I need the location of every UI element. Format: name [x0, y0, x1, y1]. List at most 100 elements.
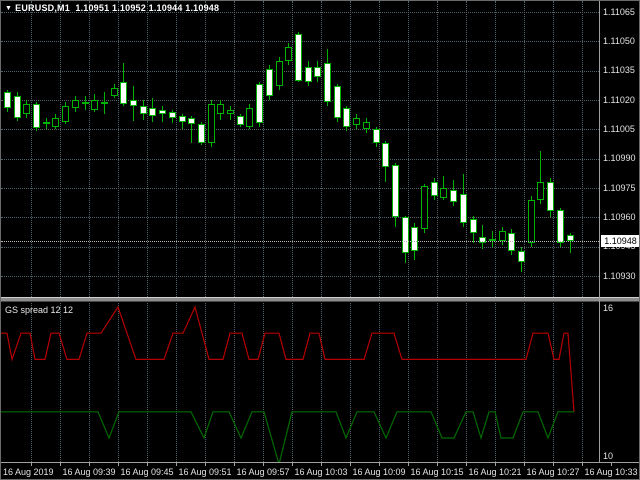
time-axis-tick — [118, 463, 119, 466]
main-chart-pane[interactable] — [1, 1, 599, 297]
time-axis-tick — [321, 463, 322, 466]
grid-line-vertical — [437, 1, 438, 297]
candle — [246, 107, 254, 128]
price-axis-label: 1.11035 — [603, 65, 635, 76]
candle — [265, 68, 273, 97]
bid-price-line — [1, 240, 599, 242]
candle — [294, 33, 302, 81]
candle — [498, 231, 506, 241]
symbol-dropdown-icon[interactable]: ▼ — [5, 5, 12, 12]
candle — [527, 199, 535, 243]
grid-line-vertical — [147, 1, 148, 297]
time-axis-label: 16 Aug 2019 — [3, 467, 54, 477]
candle — [178, 115, 186, 122]
price-axis-label: 1.10930 — [603, 270, 636, 281]
candle — [285, 47, 293, 61]
candle — [52, 117, 60, 128]
time-axis-label: 16 Aug 09:39 — [62, 467, 116, 477]
candle — [110, 88, 118, 97]
candle — [314, 66, 322, 77]
candle — [149, 107, 157, 116]
time-axis-tick — [234, 463, 235, 466]
candle — [139, 105, 147, 114]
grid-line-vertical — [379, 1, 380, 297]
pane-separator[interactable] — [1, 297, 639, 302]
candle — [62, 105, 70, 122]
price-axis-label: 1.11020 — [603, 94, 635, 105]
time-axis-tick — [89, 463, 90, 466]
chart-window: ▼ EURUSD,M1 1.10951 1.10952 1.10944 1.109… — [0, 0, 640, 480]
candle — [23, 104, 31, 114]
time-axis-label: 16 Aug 10:27 — [526, 467, 580, 477]
price-axis-label: 1.11065 — [603, 6, 635, 17]
grid-line-vertical — [321, 1, 322, 297]
candle — [236, 115, 244, 126]
time-axis-tick — [176, 463, 177, 466]
candle — [430, 182, 438, 196]
spread-upper-line — [1, 305, 575, 412]
price-axis-line — [599, 1, 600, 463]
time-axis-label: 16 Aug 09:45 — [120, 467, 174, 477]
current-price-badge: 1.10948 — [601, 234, 639, 247]
grid-line-vertical — [31, 1, 32, 297]
candle — [188, 117, 196, 124]
grid-line-vertical — [495, 1, 496, 297]
time-axis-label: 16 Aug 10:09 — [352, 467, 406, 477]
indicator-axis-min: 10 — [603, 451, 614, 461]
low-value: 1.10944 — [148, 3, 183, 13]
candle — [469, 219, 477, 234]
symbol-label: EURUSD,M1 — [15, 3, 70, 13]
grid-line-vertical — [466, 1, 467, 297]
time-axis-tick — [408, 463, 409, 466]
candle — [508, 233, 516, 251]
candle — [440, 188, 448, 198]
candle — [333, 86, 341, 118]
time-axis-label: 16 Aug 10:03 — [294, 467, 348, 477]
time-axis-tick — [437, 463, 438, 466]
time-axis-label: 16 Aug 10:21 — [468, 467, 522, 477]
time-axis-tick — [263, 463, 264, 466]
price-axis-label: 1.10960 — [603, 211, 636, 222]
high-value: 1.10952 — [112, 3, 146, 13]
candle — [372, 129, 380, 144]
indicator-axis-max: 16 — [603, 303, 614, 313]
candle — [537, 182, 545, 200]
grid-line-horizontal — [1, 129, 599, 131]
candle — [197, 123, 205, 144]
price-axis-label: 1.11050 — [603, 35, 635, 46]
grid-line-vertical — [408, 1, 409, 297]
time-axis-tick — [524, 463, 525, 466]
spread-indicator-plot — [1, 305, 575, 462]
candle — [33, 104, 40, 128]
candle — [13, 96, 21, 118]
candle — [353, 117, 361, 126]
candle — [411, 227, 419, 251]
candle — [304, 66, 312, 83]
time-axis-tick — [292, 463, 293, 466]
grid-line-horizontal — [1, 188, 599, 190]
time-axis-label: 16 Aug 10:15 — [410, 467, 464, 477]
candle — [120, 82, 128, 104]
time-axis-label: 16 Aug 10:33 — [584, 467, 638, 477]
time-axis-label: 16 Aug 09:51 — [178, 467, 232, 477]
grid-line-horizontal — [1, 158, 599, 160]
candle — [547, 182, 555, 212]
candle — [207, 104, 215, 144]
grid-line-vertical — [176, 1, 177, 297]
candle — [256, 84, 264, 124]
time-axis-tick — [147, 463, 148, 466]
time-axis-tick — [60, 463, 61, 466]
close-value: 1.10948 — [185, 3, 220, 13]
grid-line-vertical — [234, 1, 235, 297]
grid-line-vertical — [263, 1, 264, 297]
grid-line-vertical — [553, 1, 554, 297]
candle — [459, 194, 467, 224]
candle — [81, 102, 89, 104]
candle — [159, 109, 167, 114]
price-axis-label: 1.10990 — [603, 153, 636, 164]
candle — [391, 164, 399, 218]
time-axis-tick — [553, 463, 554, 466]
candle — [362, 121, 370, 130]
spread-lower-line — [1, 411, 574, 462]
candle — [100, 102, 108, 104]
